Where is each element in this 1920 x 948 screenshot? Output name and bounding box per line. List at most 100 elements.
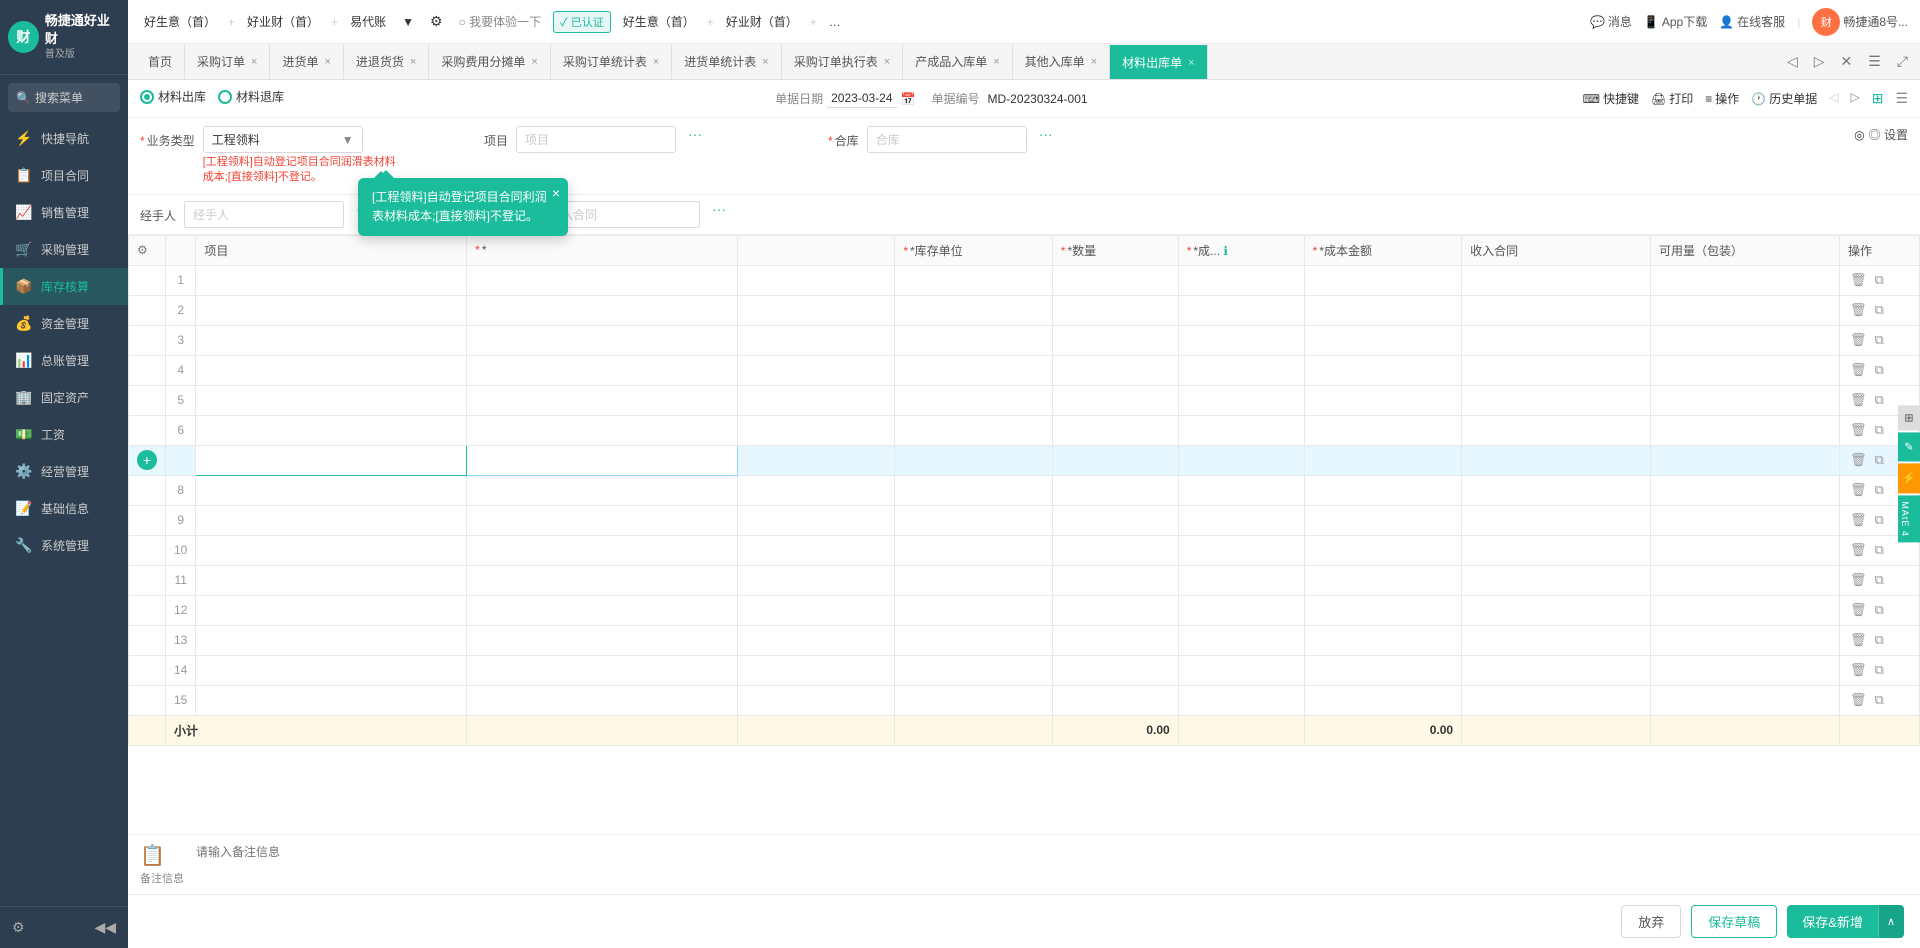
tab-nav-prev[interactable]: ◁	[1783, 49, 1802, 74]
delete-row-btn[interactable]: 🗑	[1848, 450, 1869, 470]
copy-row-btn[interactable]: ⧉	[1873, 450, 1886, 470]
delete-row-btn[interactable]: 🗑	[1848, 570, 1869, 590]
add-row-button[interactable]: +	[137, 450, 157, 470]
sidebar-item-finance[interactable]: 💰 资金管理	[0, 305, 128, 342]
delete-row-btn[interactable]: 🗑	[1848, 480, 1869, 500]
nav-link-3[interactable]: 好业财（首）	[722, 11, 802, 32]
sidebar-item-project-contract[interactable]: 📋 项目合同	[0, 157, 128, 194]
copy-row-btn[interactable]: ⧉	[1873, 360, 1886, 380]
messages-button[interactable]: 💬 消息	[1590, 13, 1632, 30]
income-contract-select-btn[interactable]: ···	[712, 201, 726, 217]
col-header-settings[interactable]: ⚙	[129, 235, 166, 265]
delete-row-btn[interactable]: 🗑	[1848, 330, 1869, 350]
tab-list-btn[interactable]: ☰	[1864, 49, 1885, 74]
copy-row-btn[interactable]: ⧉	[1873, 540, 1886, 560]
warehouse-select-btn[interactable]: ···	[1039, 126, 1053, 142]
history-btn[interactable]: 🕐 历史单据	[1751, 90, 1817, 107]
user-profile-button[interactable]: 财 畅捷通8号...	[1812, 8, 1908, 36]
discard-button[interactable]: 放弃	[1621, 905, 1681, 938]
nav-link-good-business[interactable]: 好生意（首）	[140, 11, 220, 32]
tab-purchase-fee[interactable]: 采购费用分摊单 ×	[429, 44, 550, 80]
form-settings-btn[interactable]: ◎ ◎ 设置	[1854, 126, 1908, 143]
gear-icon[interactable]: ⚙	[426, 11, 447, 32]
delete-row-btn[interactable]: 🗑	[1848, 690, 1869, 710]
tab-close-purchase-exec[interactable]: ×	[884, 56, 890, 68]
business-type-input[interactable]: 工程领料 ▼	[203, 126, 363, 153]
sidebar-item-system[interactable]: 🔧 系统管理	[0, 527, 128, 564]
warehouse-input[interactable]: 合库	[867, 126, 1027, 153]
collapse-button[interactable]: ◀◀	[90, 915, 120, 940]
tab-close-incoming-stats[interactable]: ×	[762, 56, 768, 68]
row-input-project[interactable]	[204, 453, 458, 467]
radio-material-return[interactable]: 材料退库	[218, 88, 284, 105]
settings-button[interactable]: ⚙	[8, 915, 29, 940]
sidebar-item-payroll[interactable]: 💵 工资	[0, 416, 128, 453]
tab-close-incoming[interactable]: ×	[324, 56, 330, 68]
date-value[interactable]: 2023-03-24	[827, 89, 896, 108]
tab-other-warehouse[interactable]: 其他入库单 ×	[1013, 44, 1110, 80]
copy-row-btn[interactable]: ⧉	[1873, 390, 1886, 410]
right-panel-btn3[interactable]: ⚡	[1898, 464, 1920, 493]
sidebar-item-basic-info[interactable]: 📝 基础信息	[0, 490, 128, 527]
tab-close-material-out[interactable]: ×	[1188, 57, 1194, 69]
tab-incoming-stats[interactable]: 进货单统计表 ×	[672, 44, 781, 80]
save-new-arrow-button[interactable]: ∧	[1878, 905, 1904, 938]
copy-row-btn[interactable]: ⧉	[1873, 570, 1886, 590]
sidebar-item-purchase[interactable]: 🛒 采购管理	[0, 231, 128, 268]
cost-info-icon[interactable]: ℹ	[1223, 244, 1228, 258]
nav-prev-btn[interactable]: ▷	[1850, 90, 1859, 107]
tab-fullscreen-btn[interactable]: ⤢	[1893, 49, 1912, 74]
sidebar-item-inventory[interactable]: 📦 库存核算	[0, 268, 128, 305]
delete-row-btn[interactable]: 🗑	[1848, 360, 1869, 380]
delete-row-btn[interactable]: 🗑	[1848, 540, 1869, 560]
copy-row-btn[interactable]: ⧉	[1873, 420, 1886, 440]
tab-close-incoming-return[interactable]: ×	[410, 56, 416, 68]
delete-row-btn[interactable]: 🗑	[1848, 420, 1869, 440]
tab-product-warehouse[interactable]: 产成品入库单 ×	[903, 44, 1012, 80]
shortcut-key-btn[interactable]: ⌨ 快捷键	[1583, 90, 1639, 107]
sidebar-item-fixed-assets[interactable]: 🏢 固定资产	[0, 379, 128, 416]
customer-service-button[interactable]: 👤 在线客服	[1719, 13, 1785, 30]
copy-row-btn[interactable]: ⧉	[1873, 660, 1886, 680]
delete-row-btn[interactable]: 🗑	[1848, 630, 1869, 650]
tab-purchase-exec[interactable]: 采购订单执行表 ×	[782, 44, 903, 80]
trial-link[interactable]: ○ 我要体验一下	[455, 11, 546, 32]
tooltip-close-btn[interactable]: ×	[552, 182, 560, 204]
copy-row-btn[interactable]: ⧉	[1873, 510, 1886, 530]
sidebar-item-operations[interactable]: ⚙️ 经营管理	[0, 453, 128, 490]
calendar-icon[interactable]: 📅	[901, 92, 916, 106]
row-input-material[interactable]	[475, 453, 729, 467]
project-input[interactable]: 项目	[516, 126, 676, 153]
list-view-btn[interactable]: ☰	[1895, 90, 1908, 107]
sidebar-item-quick-nav[interactable]: ⚡ 快捷导航	[0, 120, 128, 157]
copy-row-btn[interactable]: ⧉	[1873, 330, 1886, 350]
nav-link-2[interactable]: 好生意（首）	[619, 11, 699, 32]
delete-row-btn[interactable]: 🗑	[1848, 510, 1869, 530]
sidebar-item-accounting[interactable]: 📊 总账管理	[0, 342, 128, 379]
sidebar-logo[interactable]: 财 畅捷通好业财 普及版	[0, 0, 128, 75]
tab-home[interactable]: 首页	[136, 44, 185, 80]
nav-link-agent[interactable]: 易代账	[346, 11, 390, 32]
tab-close-all[interactable]: ✕	[1837, 49, 1857, 74]
copy-row-btn[interactable]: ⧉	[1873, 300, 1886, 320]
right-panel-btn1[interactable]: ⊞	[1898, 405, 1920, 430]
save-new-main-button[interactable]: 保存&新增	[1787, 905, 1878, 938]
print-btn[interactable]: 🖨 打印	[1651, 90, 1693, 107]
save-draft-button[interactable]: 保存草稿	[1691, 905, 1777, 938]
tab-incoming-return[interactable]: 进退货货 ×	[344, 44, 429, 80]
copy-row-btn[interactable]: ⧉	[1873, 480, 1886, 500]
radio-material-out[interactable]: 材料出库	[140, 88, 206, 105]
copy-row-btn[interactable]: ⧉	[1873, 600, 1886, 620]
delete-row-btn[interactable]: 🗑	[1848, 660, 1869, 680]
tab-nav-next[interactable]: ▷	[1810, 49, 1829, 74]
grid-view-btn[interactable]: ⊞	[1872, 90, 1884, 107]
app-download-button[interactable]: 📱 App下载	[1644, 13, 1707, 30]
project-select-btn[interactable]: ···	[688, 126, 702, 142]
sidebar-item-sales[interactable]: 📈 销售管理	[0, 194, 128, 231]
right-panel-btn2[interactable]: ✎	[1898, 433, 1920, 462]
tab-purchase-order[interactable]: 采购订单 ×	[185, 44, 270, 80]
table-settings-icon[interactable]: ⚙	[137, 243, 148, 257]
copy-row-btn[interactable]: ⧉	[1873, 690, 1886, 710]
tab-purchase-stats[interactable]: 采购订单统计表 ×	[551, 44, 672, 80]
delete-row-btn[interactable]: 🗑	[1848, 390, 1869, 410]
